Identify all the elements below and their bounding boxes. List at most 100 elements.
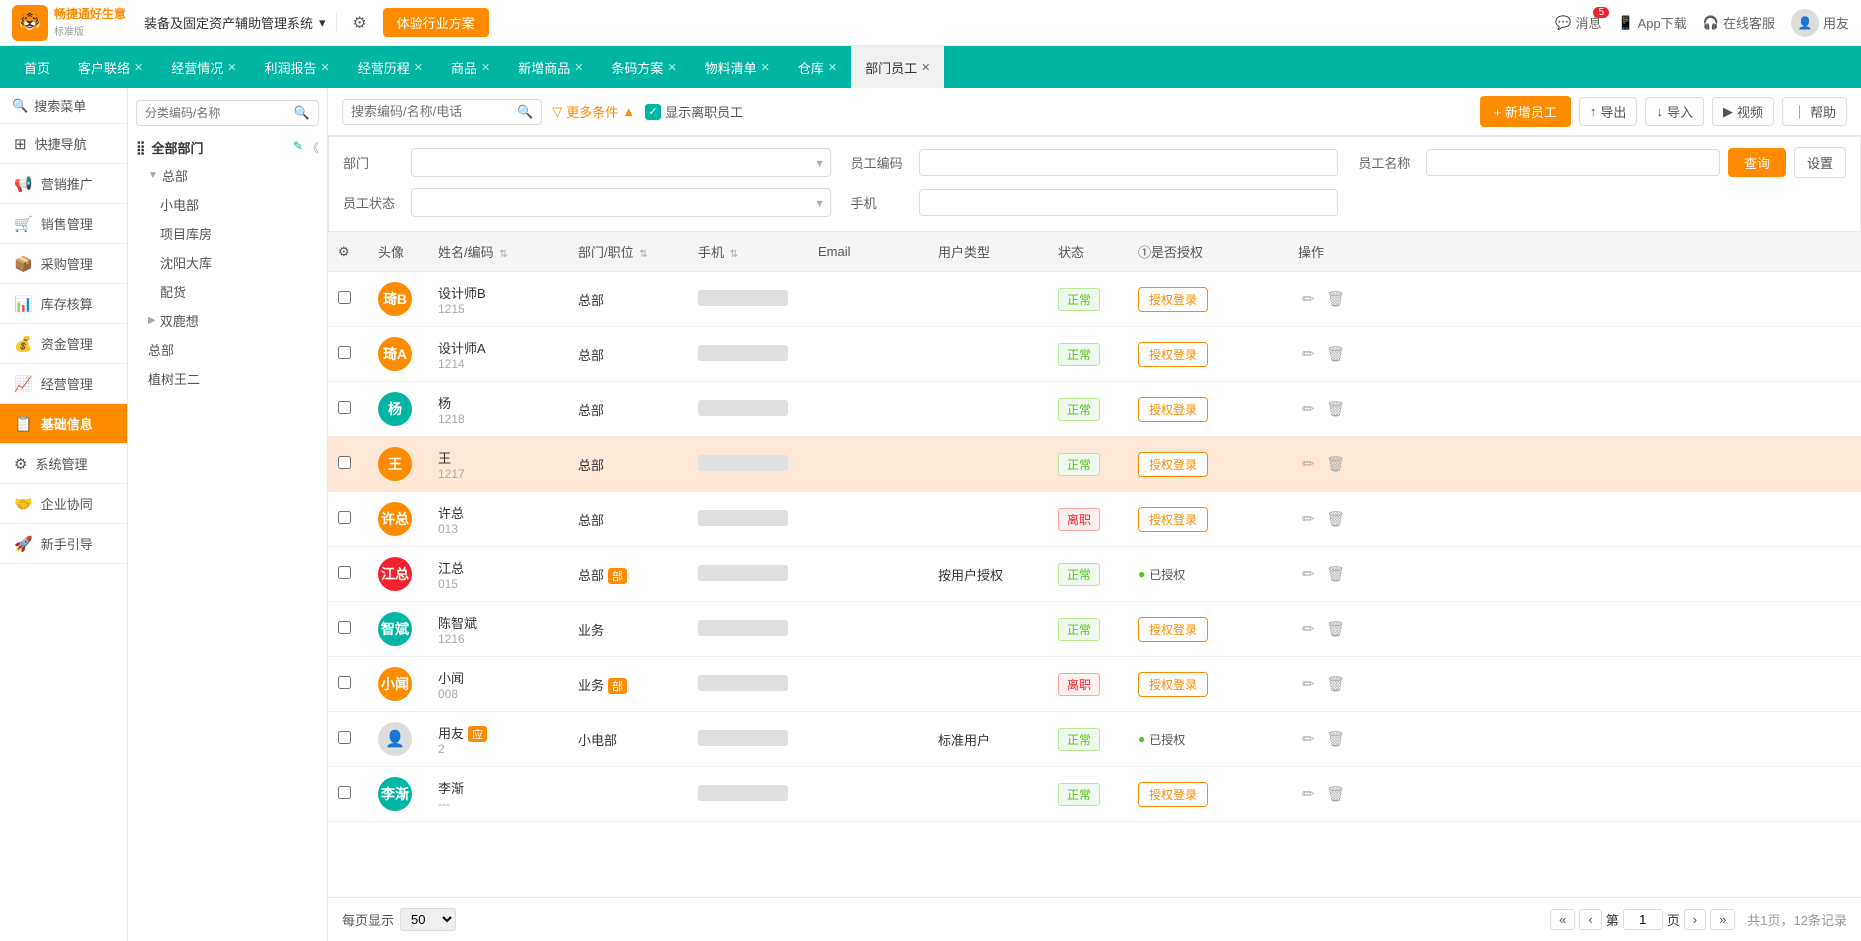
delete-button[interactable]: 🗑 xyxy=(1322,398,1349,420)
dept-search-wrap[interactable]: 🔍 xyxy=(136,100,319,126)
sidebar-item-sales[interactable]: 🛒 销售管理 xyxy=(0,204,127,244)
col-dept[interactable]: 部门/职位 ⇅ xyxy=(568,232,688,272)
video-button[interactable]: ▶ 视频 xyxy=(1712,97,1774,126)
sidebar-item-inventory[interactable]: 📊 库存核算 xyxy=(0,284,127,324)
last-page-button[interactable]: » xyxy=(1710,909,1735,930)
edit-button[interactable]: ✏ xyxy=(1298,673,1319,695)
delete-button[interactable]: 🗑 xyxy=(1322,728,1349,750)
emp-name-input[interactable] xyxy=(1426,149,1720,176)
sidebar-item-corp[interactable]: 🤝 企业协同 xyxy=(0,484,127,524)
auth-button[interactable]: 授权登录 xyxy=(1138,617,1208,642)
delete-button[interactable]: 🗑 xyxy=(1322,343,1349,365)
auth-button[interactable]: 授权登录 xyxy=(1138,782,1208,807)
row-checkbox[interactable] xyxy=(338,456,351,469)
row-checkbox[interactable] xyxy=(338,566,351,579)
edit-button[interactable]: ✏ xyxy=(1298,728,1319,750)
delete-button[interactable]: 🗑 xyxy=(1322,508,1349,530)
dept-edit-icon[interactable]: ✎ xyxy=(293,139,303,156)
close-icon[interactable]: ✕ xyxy=(414,61,423,74)
row-checkbox[interactable] xyxy=(338,731,351,744)
online-service-button[interactable]: 🎧 在线客服 xyxy=(1703,13,1775,32)
search-button[interactable]: 查询 xyxy=(1728,148,1786,177)
dept-item-shenyang[interactable]: 沈阳大库 xyxy=(128,248,327,277)
dept-select[interactable] xyxy=(411,148,831,177)
status-select[interactable] xyxy=(411,188,831,217)
delete-button[interactable]: 🗑 xyxy=(1322,563,1349,585)
phone-input[interactable] xyxy=(919,189,1339,216)
reset-button[interactable]: 设置 xyxy=(1794,147,1846,178)
export-button[interactable]: ↑ 导出 xyxy=(1579,97,1638,126)
edit-button[interactable]: ✏ xyxy=(1298,618,1319,640)
close-icon[interactable]: ✕ xyxy=(134,61,143,74)
edit-button[interactable]: ✏ xyxy=(1298,783,1319,805)
trial-button[interactable]: 体验行业方案 xyxy=(383,8,489,37)
search-input[interactable] xyxy=(351,104,511,119)
close-icon[interactable]: ✕ xyxy=(227,61,236,74)
row-checkbox[interactable] xyxy=(338,291,351,304)
close-icon[interactable]: ✕ xyxy=(761,61,770,74)
tab-history[interactable]: 经营历程 ✕ xyxy=(344,46,437,88)
sidebar-item-basic[interactable]: 📋 基础信息 xyxy=(0,404,127,444)
row-checkbox[interactable] xyxy=(338,676,351,689)
delete-button[interactable]: 🗑 xyxy=(1322,783,1349,805)
dept-select-wrap[interactable] xyxy=(411,148,831,177)
dept-item-xiao-dian[interactable]: 小电部 xyxy=(128,190,327,219)
close-icon[interactable]: ✕ xyxy=(481,61,490,74)
edit-button[interactable]: ✏ xyxy=(1298,508,1319,530)
tab-home[interactable]: 首页 xyxy=(10,46,64,88)
emp-code-input[interactable] xyxy=(919,149,1339,176)
edit-button[interactable]: ✏ xyxy=(1298,343,1319,365)
tab-bom[interactable]: 物料清单 ✕ xyxy=(691,46,784,88)
row-checkbox[interactable] xyxy=(338,786,351,799)
add-employee-button[interactable]: + 新增员工 xyxy=(1480,96,1571,127)
tab-customer[interactable]: 客户联络 ✕ xyxy=(64,46,157,88)
settings-icon[interactable]: ⚙ xyxy=(345,8,375,38)
auth-button[interactable]: 授权登录 xyxy=(1138,672,1208,697)
page-size-select[interactable]: 50 20 100 xyxy=(400,908,456,931)
tab-goods[interactable]: 商品 ✕ xyxy=(437,46,504,88)
close-icon[interactable]: ✕ xyxy=(667,61,676,74)
tab-employees[interactable]: 部门员工 ✕ xyxy=(851,46,944,88)
sidebar-item-finance[interactable]: 💰 资金管理 xyxy=(0,324,127,364)
tab-barcode[interactable]: 条码方案 ✕ xyxy=(597,46,690,88)
delete-button[interactable]: 🗑 xyxy=(1322,618,1349,640)
sidebar-item-guide[interactable]: 🚀 新手引导 xyxy=(0,524,127,564)
tab-warehouse[interactable]: 仓库 ✕ xyxy=(784,46,851,88)
show-resigned-toggle[interactable]: ✓ 显示离职员工 xyxy=(645,102,743,121)
tab-profit[interactable]: 利润报告 ✕ xyxy=(250,46,343,88)
col-phone[interactable]: 手机 ⇅ xyxy=(688,232,808,272)
status-select-wrap[interactable] xyxy=(411,188,831,217)
delete-button[interactable]: 🗑 xyxy=(1322,673,1349,695)
sidebar-item-marketing[interactable]: 📢 营销推广 xyxy=(0,164,127,204)
close-icon[interactable]: ✕ xyxy=(574,61,583,74)
tab-add-goods[interactable]: 新增商品 ✕ xyxy=(504,46,597,88)
delete-button[interactable]: 🗑 xyxy=(1322,288,1349,310)
row-checkbox[interactable] xyxy=(338,621,351,634)
col-settings[interactable]: ⚙ xyxy=(328,232,368,272)
dept-item-project[interactable]: 项目库房 xyxy=(128,219,327,248)
prev-page-button[interactable]: ‹ xyxy=(1579,909,1601,930)
row-checkbox[interactable] xyxy=(338,346,351,359)
sidebar-item-operations[interactable]: 📈 经营管理 xyxy=(0,364,127,404)
auth-button[interactable]: 授权登录 xyxy=(1138,397,1208,422)
delete-button[interactable]: 🗑 xyxy=(1322,453,1349,475)
sidebar-item-quick-nav[interactable]: ⊞ 快捷导航 xyxy=(0,124,127,164)
dept-item-zongbu2[interactable]: 总部 xyxy=(128,335,327,364)
edit-button[interactable]: ✏ xyxy=(1298,453,1319,475)
dept-item-peihuo[interactable]: 配货 xyxy=(128,277,327,306)
row-checkbox[interactable] xyxy=(338,511,351,524)
edit-button[interactable]: ✏ xyxy=(1298,563,1319,585)
close-icon[interactable]: ✕ xyxy=(828,61,837,74)
search-menu[interactable]: 🔍 搜索菜单 xyxy=(0,88,127,124)
messages-button[interactable]: 💬 5 消息 xyxy=(1555,13,1601,32)
auth-button[interactable]: 授权登录 xyxy=(1138,287,1208,312)
edit-button[interactable]: ✏ xyxy=(1298,398,1319,420)
import-button[interactable]: ↓ 导入 xyxy=(1645,97,1704,126)
more-filter-button[interactable]: ▽ 更多条件 ▲ xyxy=(552,102,635,121)
help-button[interactable]: ｜ 帮助 xyxy=(1782,97,1847,126)
app-download-button[interactable]: 📱 App下载 xyxy=(1617,13,1686,32)
auth-button[interactable]: 授权登录 xyxy=(1138,452,1208,477)
sidebar-item-purchase[interactable]: 📦 采购管理 xyxy=(0,244,127,284)
tab-operation[interactable]: 经营情况 ✕ xyxy=(157,46,250,88)
user-menu[interactable]: 👤 用友 xyxy=(1791,9,1849,37)
